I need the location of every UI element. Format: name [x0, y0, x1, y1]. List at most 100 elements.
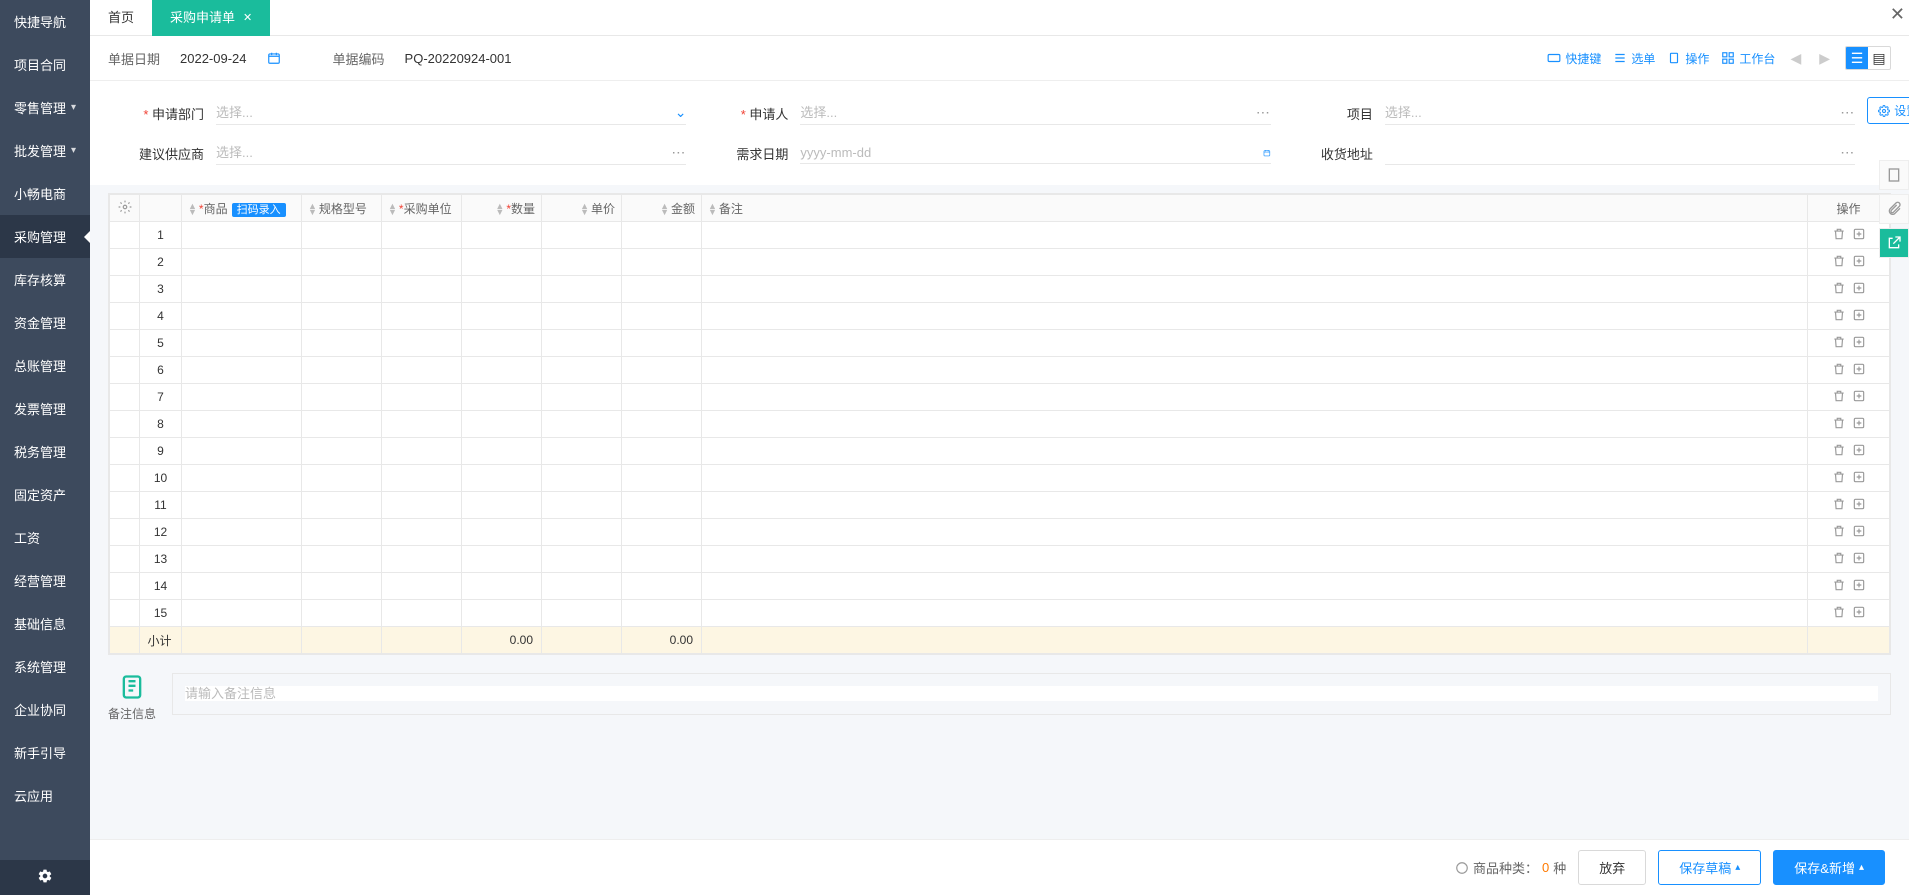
table-row[interactable]: 13 — [110, 546, 1890, 573]
add-icon[interactable] — [1852, 605, 1866, 619]
supplier-select[interactable] — [216, 145, 665, 160]
table-row[interactable]: 1 — [110, 222, 1890, 249]
table-row[interactable]: 2 — [110, 249, 1890, 276]
sidebar-item-7[interactable]: 资金管理 — [0, 301, 90, 344]
add-icon[interactable] — [1852, 416, 1866, 430]
tab-1[interactable]: 采购申请单✕ — [152, 0, 270, 36]
sidebar-item-10[interactable]: 税务管理 — [0, 430, 90, 473]
more-icon[interactable]: ⋯ — [1834, 144, 1855, 161]
delete-icon[interactable] — [1832, 389, 1846, 403]
save-draft-button[interactable]: 保存草稿▴ — [1658, 850, 1761, 885]
table-row[interactable]: 4 — [110, 303, 1890, 330]
sidebar-item-11[interactable]: 固定资产 — [0, 473, 90, 516]
delete-icon[interactable] — [1832, 605, 1846, 619]
rail-export-icon[interactable] — [1879, 228, 1909, 258]
save-new-button[interactable]: 保存&新增▴ — [1773, 850, 1885, 885]
project-select[interactable] — [1385, 105, 1834, 120]
view-grid-icon[interactable]: ▤ — [1868, 47, 1890, 69]
sidebar-item-4[interactable]: 小畅电商 — [0, 172, 90, 215]
remark-input[interactable] — [185, 686, 1878, 701]
delete-icon[interactable] — [1832, 308, 1846, 322]
sidebar-item-8[interactable]: 总账管理 — [0, 344, 90, 387]
chevron-down-icon[interactable]: ⌄ — [669, 104, 687, 121]
more-icon[interactable]: ⋯ — [1834, 104, 1855, 121]
delete-icon[interactable] — [1832, 497, 1846, 511]
sidebar-item-6[interactable]: 库存核算 — [0, 258, 90, 301]
table-row[interactable]: 6 — [110, 357, 1890, 384]
settings-button[interactable]: 设置 — [1867, 97, 1909, 124]
delete-icon[interactable] — [1832, 227, 1846, 241]
col-amount[interactable]: ▲▼金额 — [622, 195, 702, 222]
delete-icon[interactable] — [1832, 524, 1846, 538]
address-input[interactable] — [1385, 145, 1834, 160]
add-icon[interactable] — [1852, 227, 1866, 241]
tab-0[interactable]: 首页 — [90, 0, 152, 36]
delete-icon[interactable] — [1832, 443, 1846, 457]
delete-icon[interactable] — [1832, 362, 1846, 376]
table-row[interactable]: 8 — [110, 411, 1890, 438]
col-remark[interactable]: ▲▼备注 — [702, 195, 1808, 222]
add-icon[interactable] — [1852, 389, 1866, 403]
calendar-icon[interactable] — [1257, 146, 1271, 160]
delete-icon[interactable] — [1832, 470, 1846, 484]
dept-select[interactable] — [216, 105, 669, 120]
col-product[interactable]: ▲▼*商品扫码录入 — [182, 195, 302, 222]
delete-icon[interactable] — [1832, 281, 1846, 295]
sidebar-item-16[interactable]: 企业协同 — [0, 688, 90, 731]
add-icon[interactable] — [1852, 254, 1866, 268]
more-icon[interactable]: ⋯ — [1250, 104, 1271, 121]
table-row[interactable]: 11 — [110, 492, 1890, 519]
add-icon[interactable] — [1852, 497, 1866, 511]
sidebar-item-5[interactable]: 采购管理 — [0, 215, 90, 258]
sidebar-settings[interactable] — [0, 860, 90, 895]
need-date-input[interactable] — [800, 145, 1257, 160]
applicant-select[interactable] — [800, 105, 1249, 120]
col-qty[interactable]: ▲▼*数量 — [462, 195, 542, 222]
scan-badge[interactable]: 扫码录入 — [232, 203, 286, 217]
sidebar-item-14[interactable]: 基础信息 — [0, 602, 90, 645]
col-settings[interactable] — [110, 195, 140, 222]
shortcut-link[interactable]: 快捷键 — [1547, 50, 1601, 67]
delete-icon[interactable] — [1832, 578, 1846, 592]
add-icon[interactable] — [1852, 335, 1866, 349]
close-icon[interactable]: ✕ — [1890, 4, 1905, 25]
add-icon[interactable] — [1852, 281, 1866, 295]
sidebar-item-9[interactable]: 发票管理 — [0, 387, 90, 430]
delete-icon[interactable] — [1832, 335, 1846, 349]
menu-link[interactable]: 选单 — [1613, 50, 1655, 67]
table-row[interactable]: 9 — [110, 438, 1890, 465]
table-row[interactable]: 10 — [110, 465, 1890, 492]
discard-button[interactable]: 放弃 — [1578, 850, 1646, 885]
table-row[interactable]: 7 — [110, 384, 1890, 411]
rail-doc-icon[interactable] — [1879, 160, 1909, 190]
table-row[interactable]: 15 — [110, 600, 1890, 627]
operate-link[interactable]: 操作 — [1667, 50, 1709, 67]
add-icon[interactable] — [1852, 551, 1866, 565]
sidebar-item-12[interactable]: 工资 — [0, 516, 90, 559]
table-row[interactable]: 5 — [110, 330, 1890, 357]
prev-arrow[interactable]: ◀ — [1787, 50, 1804, 67]
add-icon[interactable] — [1852, 524, 1866, 538]
sidebar-item-13[interactable]: 经营管理 — [0, 559, 90, 602]
sidebar-item-3[interactable]: 批发管理▾ — [0, 129, 90, 172]
sidebar-item-2[interactable]: 零售管理▾ — [0, 86, 90, 129]
table-row[interactable]: 14 — [110, 573, 1890, 600]
add-icon[interactable] — [1852, 443, 1866, 457]
col-spec[interactable]: ▲▼规格型号 — [302, 195, 382, 222]
sidebar-item-15[interactable]: 系统管理 — [0, 645, 90, 688]
sidebar-item-17[interactable]: 新手引导 — [0, 731, 90, 774]
sidebar-item-1[interactable]: 项目合同 — [0, 43, 90, 86]
add-icon[interactable] — [1852, 578, 1866, 592]
table-row[interactable]: 12 — [110, 519, 1890, 546]
delete-icon[interactable] — [1832, 416, 1846, 430]
workbench-link[interactable]: 工作台 — [1721, 50, 1775, 67]
delete-icon[interactable] — [1832, 551, 1846, 565]
doc-date-value[interactable]: 2022-09-24 — [180, 51, 247, 66]
more-icon[interactable]: ⋯ — [665, 144, 686, 161]
sidebar-item-0[interactable]: 快捷导航 — [0, 0, 90, 43]
next-arrow[interactable]: ▶ — [1816, 50, 1833, 67]
sidebar-item-18[interactable]: 云应用 — [0, 774, 90, 817]
col-price[interactable]: ▲▼单价 — [542, 195, 622, 222]
col-unit[interactable]: ▲▼*采购单位 — [382, 195, 462, 222]
delete-icon[interactable] — [1832, 254, 1846, 268]
